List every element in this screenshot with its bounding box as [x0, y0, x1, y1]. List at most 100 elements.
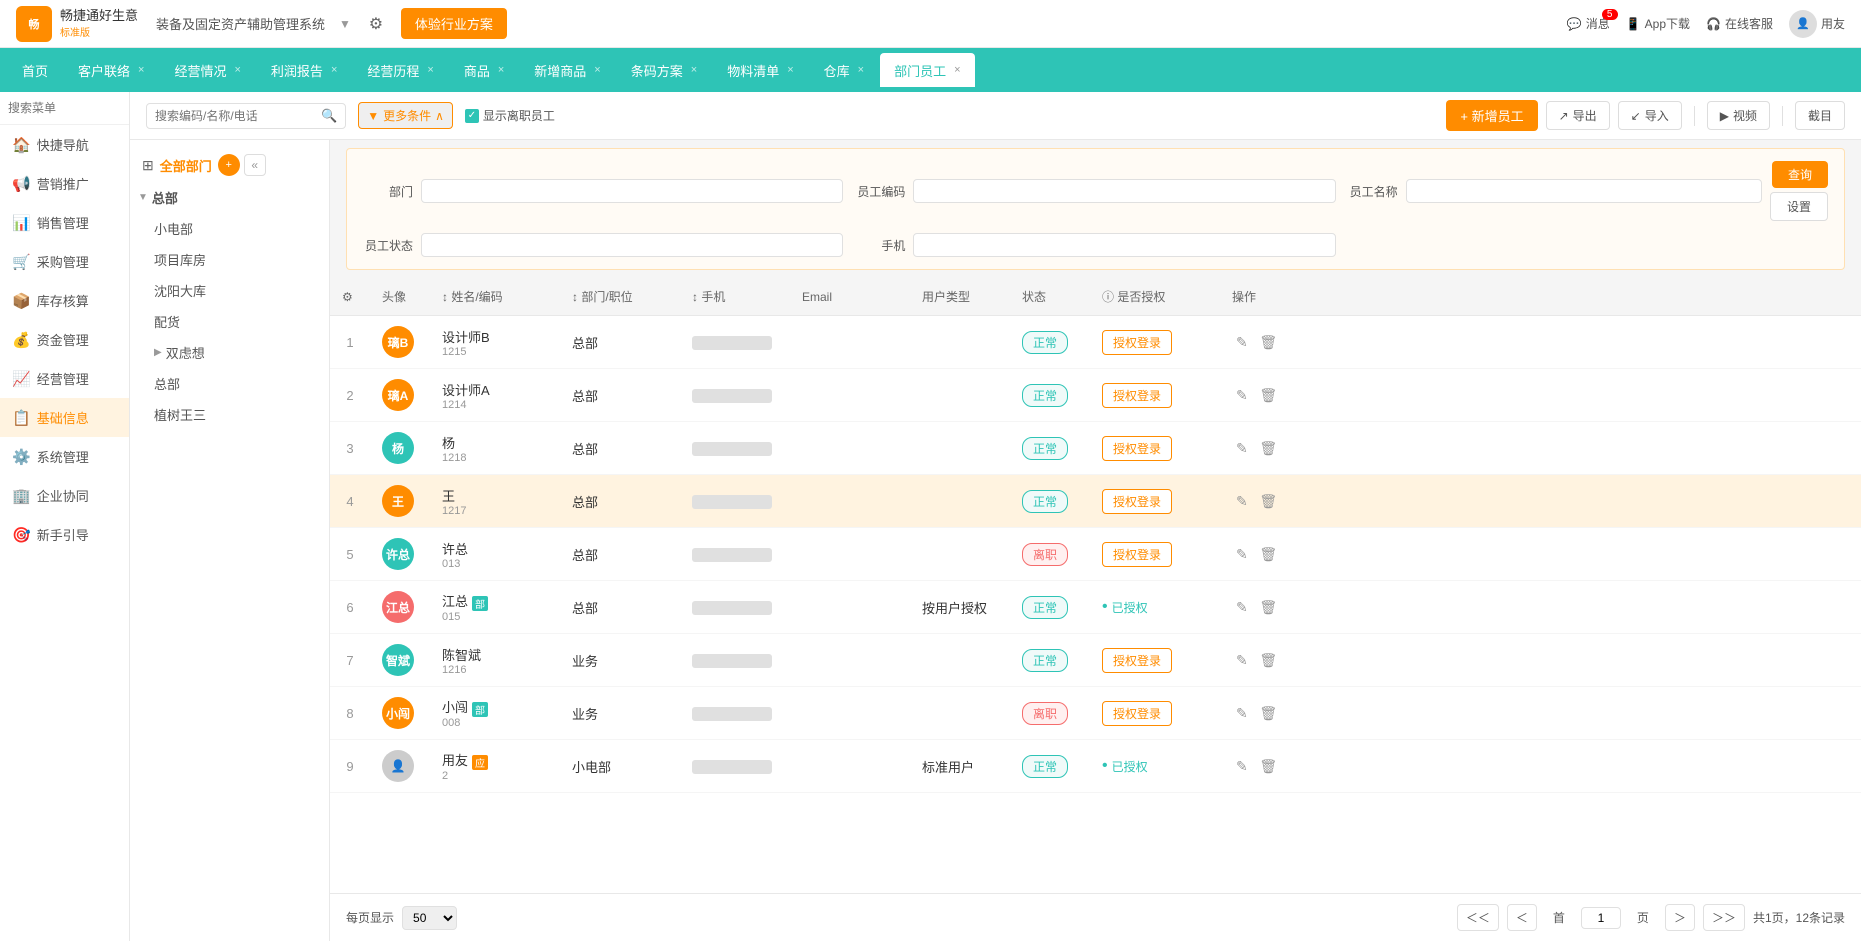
status-filter-select[interactable]	[421, 233, 843, 257]
delete-button[interactable]: 🗑	[1255, 385, 1281, 406]
dept-tree-xiaodibu[interactable]: 小电部	[130, 213, 329, 244]
export-button[interactable]: ↗ 导出	[1546, 101, 1610, 130]
delete-button[interactable]: 🗑	[1255, 491, 1281, 512]
sidebar-item-operations[interactable]: 📈 经营管理	[0, 359, 129, 398]
message-button[interactable]: 💬 消息 5	[1567, 15, 1610, 32]
edit-button[interactable]: ✎	[1232, 703, 1252, 724]
last-page-button[interactable]: ＞＞	[1703, 904, 1745, 931]
nav-tab-operations-close[interactable]: ×	[234, 64, 240, 76]
nav-tab-warehouse[interactable]: 仓库 ×	[810, 53, 878, 87]
delete-button[interactable]: 🗑	[1255, 332, 1281, 353]
nav-tab-customer-close[interactable]: ×	[138, 64, 144, 76]
delete-button[interactable]: 🗑	[1255, 544, 1281, 565]
delete-button[interactable]: 🗑	[1255, 438, 1281, 459]
dept-tree-zhishuwangsan[interactable]: 植树王三	[130, 399, 329, 430]
user-menu[interactable]: 👤 用友	[1789, 10, 1845, 38]
nav-tab-employee[interactable]: 部门员工 ×	[880, 53, 974, 87]
employee-search-input[interactable]	[155, 109, 315, 123]
delete-button[interactable]: 🗑	[1255, 703, 1281, 724]
trial-button[interactable]: 体验行业方案	[401, 8, 507, 39]
dept-tree-shenyangdaku[interactable]: 沈阳大库	[130, 275, 329, 306]
system-title-dropdown[interactable]: ▼	[339, 17, 351, 31]
dept-tree-shuangluxiang[interactable]: ▶ 双虑想	[130, 337, 329, 368]
dept-tree-zongbu[interactable]: 总部	[130, 368, 329, 399]
edit-button[interactable]: ✎	[1232, 650, 1252, 671]
dept-filter-select[interactable]	[421, 179, 843, 203]
edit-button[interactable]: ✎	[1232, 491, 1252, 512]
nav-tab-bom[interactable]: 物料清单 ×	[713, 53, 807, 87]
nav-tab-profit-close[interactable]: ×	[331, 64, 337, 76]
auth-login-button[interactable]: 授权登录	[1102, 701, 1172, 726]
delete-button[interactable]: 🗑	[1255, 597, 1281, 618]
add-employee-button[interactable]: + 新增员工	[1446, 100, 1537, 131]
auth-login-button[interactable]: 授权登录	[1102, 436, 1172, 461]
prev-page-button[interactable]: ＜	[1507, 904, 1537, 931]
sidebar-search-input[interactable]	[8, 101, 130, 115]
nav-tab-customer[interactable]: 客户联络 ×	[64, 53, 158, 87]
sidebar-item-quick-nav[interactable]: 🏠 快捷导航	[0, 125, 129, 164]
edit-button[interactable]: ✎	[1232, 597, 1252, 618]
import-button[interactable]: ↙ 导入	[1618, 101, 1682, 130]
sidebar-item-sales[interactable]: 📊 销售管理	[0, 203, 129, 242]
nav-tab-barcode[interactable]: 条码方案 ×	[617, 53, 711, 87]
dept-add-button[interactable]: +	[218, 154, 240, 176]
page-size-select[interactable]: 50 20 100	[402, 906, 457, 930]
col-settings[interactable]: ⚙	[330, 278, 370, 316]
dept-tree-root[interactable]: ▼ 总部	[130, 182, 329, 213]
edit-button[interactable]: ✎	[1232, 385, 1252, 406]
delete-button[interactable]: 🗑	[1255, 650, 1281, 671]
name-filter-input[interactable]	[1406, 179, 1762, 203]
first-page-button[interactable]: ＜＜	[1457, 904, 1499, 931]
col-phone[interactable]: ↕ 手机	[680, 278, 790, 316]
reset-button[interactable]: 设置	[1770, 192, 1828, 221]
dept-collapse-button[interactable]: «	[244, 154, 266, 176]
col-dept[interactable]: ↕ 部门/职位	[560, 278, 680, 316]
nav-tab-warehouse-close[interactable]: ×	[858, 64, 864, 76]
auth-login-button[interactable]: 授权登录	[1102, 542, 1172, 567]
more-filter-button[interactable]: ▼ 更多条件 ∧	[358, 102, 453, 129]
col-name[interactable]: ↕ 姓名/编码	[430, 278, 560, 316]
code-filter-input[interactable]	[913, 179, 1335, 203]
auth-login-button[interactable]: 授权登录	[1102, 648, 1172, 673]
nav-tab-bom-close[interactable]: ×	[787, 64, 793, 76]
nav-tab-goods[interactable]: 商品 ×	[450, 53, 518, 87]
auth-login-button[interactable]: 授权登录	[1102, 489, 1172, 514]
nav-tab-operations[interactable]: 经营情况 ×	[160, 53, 254, 87]
nav-tab-profit[interactable]: 利润报告 ×	[257, 53, 351, 87]
dept-tree-xiangmukufang[interactable]: 项目库房	[130, 244, 329, 275]
nav-tab-employee-close[interactable]: ×	[954, 64, 960, 76]
nav-tab-history-close[interactable]: ×	[427, 64, 433, 76]
sidebar-item-guide[interactable]: 🎯 新手引导	[0, 515, 129, 554]
edit-button[interactable]: ✎	[1232, 332, 1252, 353]
phone-filter-input[interactable]	[913, 233, 1335, 257]
view-button[interactable]: ▶ 视频	[1707, 101, 1770, 130]
sidebar-item-purchase[interactable]: 🛒 采购管理	[0, 242, 129, 281]
edit-button[interactable]: ✎	[1232, 438, 1252, 459]
edit-button[interactable]: ✎	[1232, 756, 1252, 777]
edit-button[interactable]: ✎	[1232, 544, 1252, 565]
sidebar-item-basic-info[interactable]: 📋 基础信息	[0, 398, 129, 437]
auth-login-button[interactable]: 授权登录	[1102, 383, 1172, 408]
show-resigned-checkbox[interactable]: ✓	[465, 109, 479, 123]
nav-tab-new-goods[interactable]: 新增商品 ×	[520, 53, 614, 87]
nav-tab-barcode-close[interactable]: ×	[691, 64, 697, 76]
nav-tab-goods-close[interactable]: ×	[498, 64, 504, 76]
sidebar-item-enterprise[interactable]: 🏢 企业协同	[0, 476, 129, 515]
sidebar-item-inventory[interactable]: 📦 库存核算	[0, 281, 129, 320]
nav-tab-history[interactable]: 经营历程 ×	[353, 53, 447, 87]
show-resigned-toggle[interactable]: ✓ 显示离职员工	[465, 107, 555, 124]
col-auth[interactable]: ⓘ 是否授权	[1090, 278, 1220, 316]
sidebar-item-system[interactable]: ⚙️ 系统管理	[0, 437, 129, 476]
delete-button[interactable]: 🗑	[1255, 756, 1281, 777]
settings-button[interactable]: ⚙	[361, 9, 391, 39]
nav-tab-new-goods-close[interactable]: ×	[594, 64, 600, 76]
app-download-button[interactable]: 📱 App下载	[1626, 15, 1690, 32]
sidebar-item-marketing[interactable]: 📢 营销推广	[0, 164, 129, 203]
search-button[interactable]: 查询	[1772, 161, 1828, 188]
online-service-button[interactable]: 🎧 在线客服	[1706, 15, 1773, 32]
nav-tab-home[interactable]: 首页	[8, 53, 62, 87]
auth-login-button[interactable]: 授权登录	[1102, 330, 1172, 355]
sidebar-item-finance[interactable]: 💰 资金管理	[0, 320, 129, 359]
more-button[interactable]: 截目	[1795, 101, 1845, 130]
dept-tree-peihuo[interactable]: 配货	[130, 306, 329, 337]
